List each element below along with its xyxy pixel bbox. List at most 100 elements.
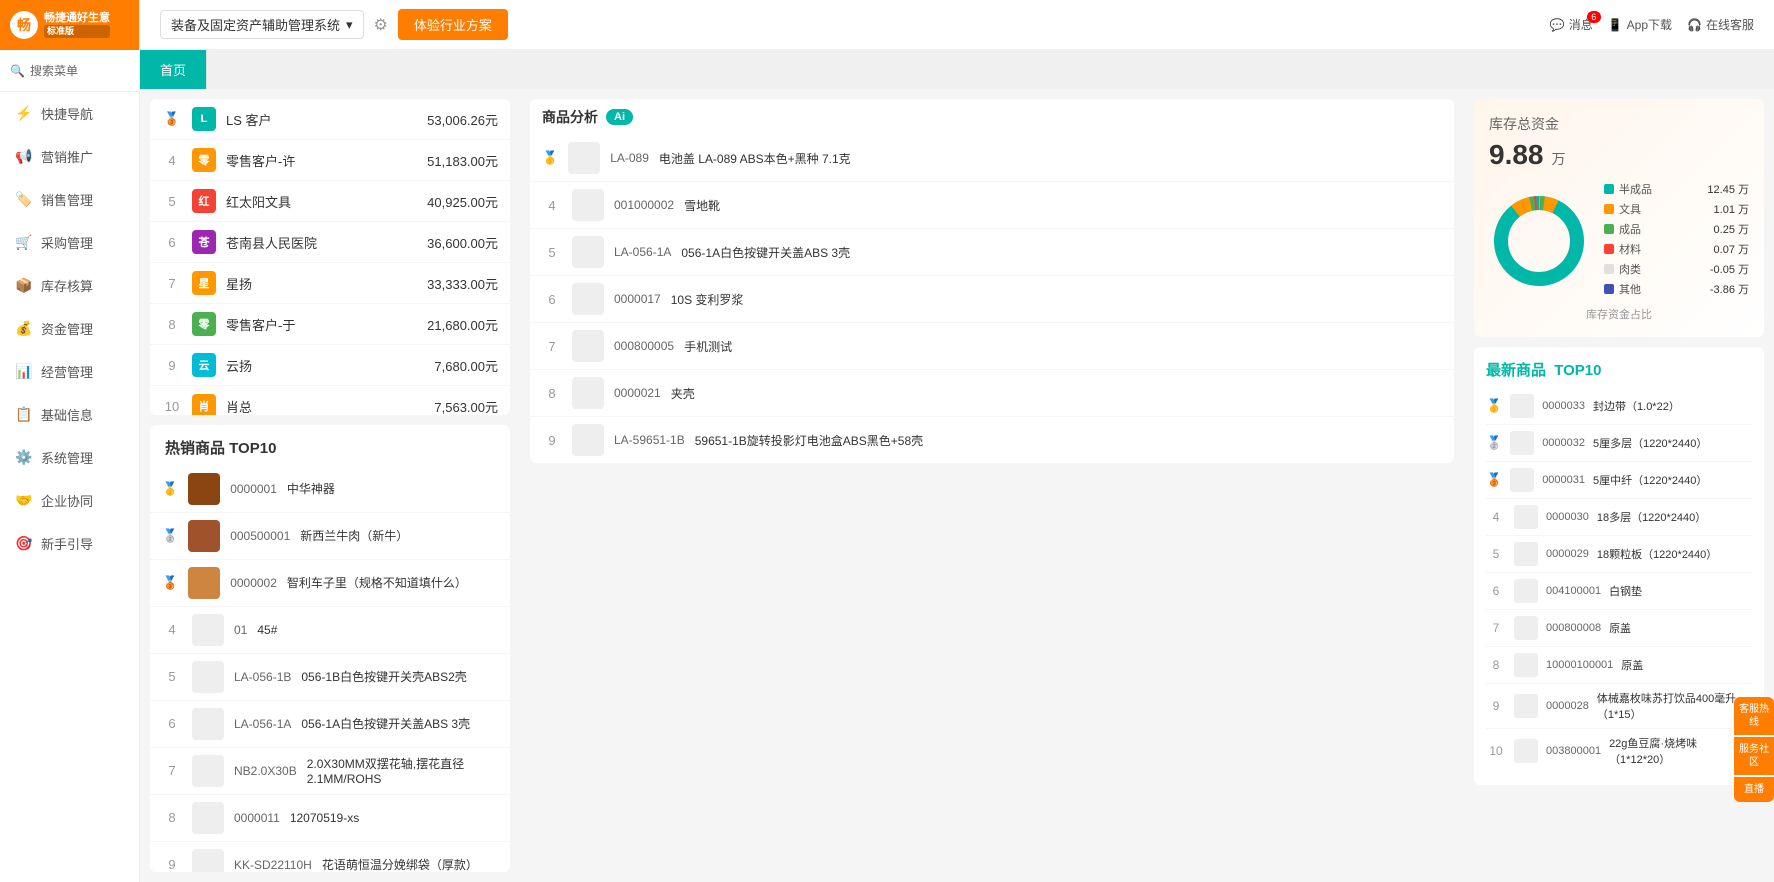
np-name-3: 5厘中纤（1220*2440） [1593, 472, 1752, 488]
customer-amount-9: 7,680.00元 [434, 356, 498, 375]
sidebar-item-business[interactable]: 📊 经营管理 [0, 350, 139, 393]
legend-item-5: 其他 -3.86 万 [1604, 281, 1749, 297]
sidebar-item-guide[interactable]: 🎯 新手引导 [0, 522, 139, 565]
hot-product-row-7: 7 NB2.0X30B 2.0X30MM双摆花轴,摆花直径2.1MM/ROHS [150, 748, 510, 795]
sidebar-item-collab[interactable]: 🤝 企业协同 [0, 479, 139, 522]
product-code-1: 0000001 [230, 482, 277, 496]
customer-name-6: 苍南县人民医院 [226, 233, 417, 252]
nav-icon-basic: 📋 [15, 406, 33, 424]
np-name-4: 18多层（1220*2440） [1597, 509, 1752, 525]
customer-avatar-6: 苍 [192, 230, 216, 254]
page-tabs: 首页 [140, 50, 1774, 89]
settings-icon[interactable]: ⚙ [374, 15, 388, 35]
float-btn-live[interactable]: 直播 [1734, 777, 1774, 802]
trial-button[interactable]: 体验行业方案 [398, 9, 508, 40]
nav-icon-guide: 🎯 [15, 535, 33, 553]
customer-amount-10: 7,563.00元 [434, 397, 498, 415]
product-code-9: KK-SD22110H [234, 858, 312, 872]
np-rank-5: 5 [1486, 547, 1506, 561]
customer-amount-4: 51,183.00元 [427, 151, 498, 170]
customer-rank-row-10: 10 肖 肖总 7,563.00元 [150, 386, 510, 415]
product-name-1: 中华神器 [287, 480, 498, 497]
product-code-4: 01 [234, 623, 247, 637]
new-product-row-3: 🥉 0000031 5厘中纤（1220*2440） [1486, 462, 1752, 499]
sidebar-item-marketing[interactable]: 📢 营销推广 [0, 135, 139, 178]
topbar-actions: 💬 消息 6 📱 App下载 🎧 在线客服 [1550, 16, 1754, 33]
mid-product-code-1: LA-089 [610, 151, 649, 165]
sidebar-item-purchase[interactable]: 🛒 采购管理 [0, 221, 139, 264]
new-product-row-4: 4 0000030 18多层（1220*2440） [1486, 499, 1752, 536]
customer-amount-8: 21,680.00元 [427, 315, 498, 334]
sidebar-item-basic-info[interactable]: 📋 基础信息 [0, 393, 139, 436]
legend-color-5 [1604, 284, 1614, 294]
nav-icon-finance: 💰 [15, 320, 33, 338]
hot-products-title: 热销商品 TOP10 [150, 425, 510, 466]
message-badge: 6 [1587, 11, 1601, 23]
app-download-action[interactable]: 📱 App下载 [1608, 16, 1672, 33]
sidebar-item-system[interactable]: ⚙️ 系统管理 [0, 436, 139, 479]
np-rank-1: 🥇 [1486, 398, 1502, 414]
new-product-row-1: 🥇 0000033 封边带（1.0*22） [1486, 388, 1752, 425]
mobile-icon: 📱 [1608, 18, 1623, 32]
np-img-3 [1510, 468, 1534, 492]
message-action[interactable]: 💬 消息 6 [1550, 16, 1593, 33]
mid-product-img-4 [572, 189, 604, 221]
product-img-5 [192, 661, 224, 693]
nav-icon-purchase: 🛒 [15, 234, 33, 252]
rank-medal-2: 🥈 [162, 528, 178, 544]
new-product-row-5: 5 0000029 18颗粒板（1220*2440） [1486, 536, 1752, 573]
brand-text: 畅捷通好生意 标准版 [44, 12, 110, 38]
product-img-6 [192, 708, 224, 740]
search-menu-button[interactable]: 🔍 搜索菜单 [10, 58, 129, 83]
system-name: 装备及固定资产辅助管理系统 [171, 15, 340, 34]
customer-name-8: 零售客户-于 [226, 315, 417, 334]
hot-product-row-6: 6 LA-056-1A 056-1A白色按键开关盖ABS 3壳 [150, 701, 510, 748]
rank-medal-1: 🥇 [162, 481, 178, 497]
float-btn-community[interactable]: 服务社区 [1734, 737, 1774, 775]
customer-rank-row-8: 8 零 零售客户-于 21,680.00元 [150, 304, 510, 345]
sidebar: 畅 畅捷通好生意 标准版 🔍 搜索菜单 ⚡ 快捷导航 📢 营销推广 🏷️ 销售管… [0, 0, 140, 882]
tab-home[interactable]: 首页 [140, 50, 207, 89]
mid-product-name-1: 电池盖 LA-089 ABS本色+黑种 7.1克 [659, 150, 1442, 167]
chevron-down-icon: ▾ [346, 17, 353, 33]
np-name-2: 5厘多层（1220*2440） [1593, 435, 1752, 451]
product-code-7: NB2.0X30B [234, 764, 297, 778]
product-name-2: 新西兰牛肉（新牛） [300, 527, 498, 544]
customer-avatar-5: 红 [192, 189, 216, 213]
system-selector[interactable]: 装备及固定资产辅助管理系统 ▾ [160, 10, 364, 39]
chart-subtitle: 库存资金占比 [1489, 306, 1749, 322]
legend-item-4: 肉类 -0.05 万 [1604, 261, 1749, 277]
customer-rank-row-7: 7 星 星扬 33,333.00元 [150, 263, 510, 304]
product-img-4 [192, 614, 224, 646]
new-product-row-7: 7 000800008 原盖 [1486, 610, 1752, 647]
mid-product-code-8: 0000021 [614, 386, 661, 400]
sidebar-item-quick-nav[interactable]: ⚡ 快捷导航 [0, 92, 139, 135]
customer-name-4: 零售客户-许 [226, 151, 417, 170]
mid-product-row-7: 7 000800005 手机测试 [530, 323, 1454, 370]
np-code-3: 0000031 [1542, 474, 1585, 486]
product-code-2: 000500001 [230, 529, 290, 543]
product-img-2 [188, 520, 220, 552]
customer-amount-6: 36,600.00元 [427, 233, 498, 252]
mid-product-img-8 [572, 377, 604, 409]
inventory-card: 库存总资金 9.88 万 [1474, 99, 1764, 337]
nav-icon-marketing: 📢 [15, 148, 33, 166]
np-code-5: 0000029 [1546, 548, 1589, 560]
legend-color-1 [1604, 204, 1614, 214]
np-img-2 [1510, 431, 1534, 455]
mid-product-name-4: 雪地靴 [684, 197, 1442, 214]
hot-product-row-9: 9 KK-SD22110H 花语萌恒温分娩绑袋（厚款） [150, 842, 510, 872]
sidebar-item-sales[interactable]: 🏷️ 销售管理 [0, 178, 139, 221]
customer-rank-row-4: 4 零 零售客户-许 51,183.00元 [150, 140, 510, 181]
brand-icon: 畅 [10, 11, 38, 39]
sidebar-item-inventory[interactable]: 📦 库存核算 [0, 264, 139, 307]
np-img-6 [1514, 579, 1538, 603]
rank-medal-3: 🥉 [162, 575, 178, 591]
mid-product-name-8: 夹壳 [671, 385, 1442, 402]
np-name-8: 原盖 [1621, 657, 1752, 673]
customer-rank-row-3: 🥉 L LS 客户 53,006.26元 [150, 99, 510, 140]
float-btn-service[interactable]: 客服热线 [1734, 697, 1774, 735]
online-service-action[interactable]: 🎧 在线客服 [1687, 16, 1754, 33]
sidebar-item-finance[interactable]: 💰 资金管理 [0, 307, 139, 350]
new-products-card: 最新商品 TOP10 🥇 0000033 封边带（1.0*22） 🥈 00000… [1474, 347, 1764, 785]
